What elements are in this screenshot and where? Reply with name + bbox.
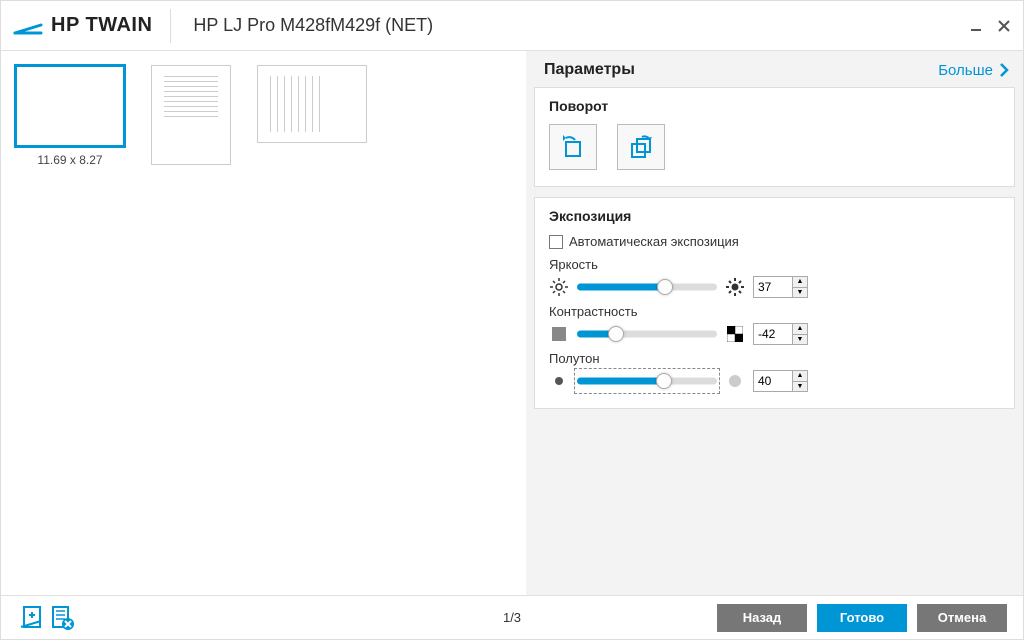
thumbnail-1-caption: 11.69 x 8.27 xyxy=(37,153,102,167)
thumbnail-2-wrap xyxy=(151,65,231,165)
rotate-left-button[interactable] xyxy=(549,124,597,170)
brightness-row: ▲ ▼ xyxy=(549,276,1000,298)
thumbnail-1-wrap: 11.69 x 8.27 xyxy=(15,65,125,167)
halftone-field: ▲ ▼ xyxy=(753,370,808,392)
done-button[interactable]: Готово xyxy=(817,604,907,632)
contrast-high-icon xyxy=(725,324,745,344)
thumbnail-3[interactable] xyxy=(257,65,367,143)
brightness-label: Яркость xyxy=(549,257,1000,272)
brightness-low-icon xyxy=(549,277,569,297)
halftone-low-icon xyxy=(549,371,569,391)
close-button[interactable] xyxy=(997,19,1011,33)
auto-exposure-row[interactable]: Автоматическая экспозиция xyxy=(549,234,1000,249)
halftone-label: Полутон xyxy=(549,351,1000,366)
back-button[interactable]: Назад xyxy=(717,604,807,632)
brightness-spin-up[interactable]: ▲ xyxy=(793,277,807,287)
halftone-slider[interactable] xyxy=(577,371,717,391)
thumbnail-2[interactable] xyxy=(151,65,231,165)
halftone-high-icon xyxy=(725,371,745,391)
halftone-row: ▲ ▼ xyxy=(549,370,1000,392)
brightness-slider[interactable] xyxy=(577,277,717,297)
contrast-row: ▲ ▼ xyxy=(549,323,1000,345)
main-body: 11.69 x 8.27 Параметры Больше xyxy=(1,51,1023,595)
chevron-right-icon xyxy=(999,63,1009,77)
thumbnail-3-wrap xyxy=(257,65,367,143)
contrast-field: ▲ ▼ xyxy=(753,323,808,345)
halftone-spin-up[interactable]: ▲ xyxy=(793,371,807,381)
halftone-spin-down[interactable]: ▼ xyxy=(793,381,807,391)
exposure-panel: Экспозиция Автоматическая экспозиция Ярк… xyxy=(534,197,1015,409)
contrast-input[interactable] xyxy=(754,324,792,344)
app-name: HP TWAIN xyxy=(51,14,152,37)
exposure-title: Экспозиция xyxy=(549,208,1000,224)
settings-pane: Параметры Больше Поворот xyxy=(526,51,1023,595)
add-scan-icon xyxy=(19,605,45,631)
footer: 1/3 Назад Готово Отмена xyxy=(1,595,1023,639)
preview-pane: 11.69 x 8.27 xyxy=(1,51,526,595)
brightness-spin-down[interactable]: ▼ xyxy=(793,287,807,297)
titlebar: HP TWAIN HP LJ Pro M428fM429f (NET) xyxy=(1,1,1023,51)
auto-exposure-checkbox[interactable] xyxy=(549,235,563,249)
brightness-high-icon xyxy=(725,277,745,297)
more-link-label: Больше xyxy=(938,62,993,79)
brightness-field: ▲ ▼ xyxy=(753,276,808,298)
thumbnail-1[interactable] xyxy=(15,65,125,147)
contrast-slider[interactable] xyxy=(577,324,717,344)
page-indicator: 1/3 xyxy=(503,610,521,625)
auto-exposure-label: Автоматическая экспозиция xyxy=(569,234,739,249)
minimize-button[interactable] xyxy=(969,19,983,33)
rotate-left-icon xyxy=(558,132,588,162)
contrast-spin-up[interactable]: ▲ xyxy=(793,324,807,334)
delete-scan-icon xyxy=(49,605,75,631)
scanner-icon xyxy=(13,15,43,37)
brightness-input[interactable] xyxy=(754,277,792,297)
rotate-right-icon xyxy=(626,132,656,162)
app-logo: HP TWAIN xyxy=(13,9,171,43)
device-name: HP LJ Pro M428fM429f (NET) xyxy=(193,15,433,36)
rotate-right-button[interactable] xyxy=(617,124,665,170)
contrast-low-icon xyxy=(549,324,569,344)
settings-header: Параметры Больше xyxy=(526,51,1023,87)
contrast-spin-down[interactable]: ▼ xyxy=(793,334,807,344)
window-controls xyxy=(969,19,1011,33)
halftone-input[interactable] xyxy=(754,371,792,391)
rotation-title: Поворот xyxy=(549,98,1000,114)
more-link[interactable]: Больше xyxy=(938,62,1009,79)
delete-scan-button[interactable] xyxy=(47,603,77,633)
rotation-panel: Поворот xyxy=(534,87,1015,187)
add-scan-button[interactable] xyxy=(17,603,47,633)
cancel-button[interactable]: Отмена xyxy=(917,604,1007,632)
app-window: HP TWAIN HP LJ Pro M428fM429f (NET) 11.6… xyxy=(0,0,1024,640)
contrast-label: Контрастность xyxy=(549,304,1000,319)
settings-title: Параметры xyxy=(544,61,635,79)
